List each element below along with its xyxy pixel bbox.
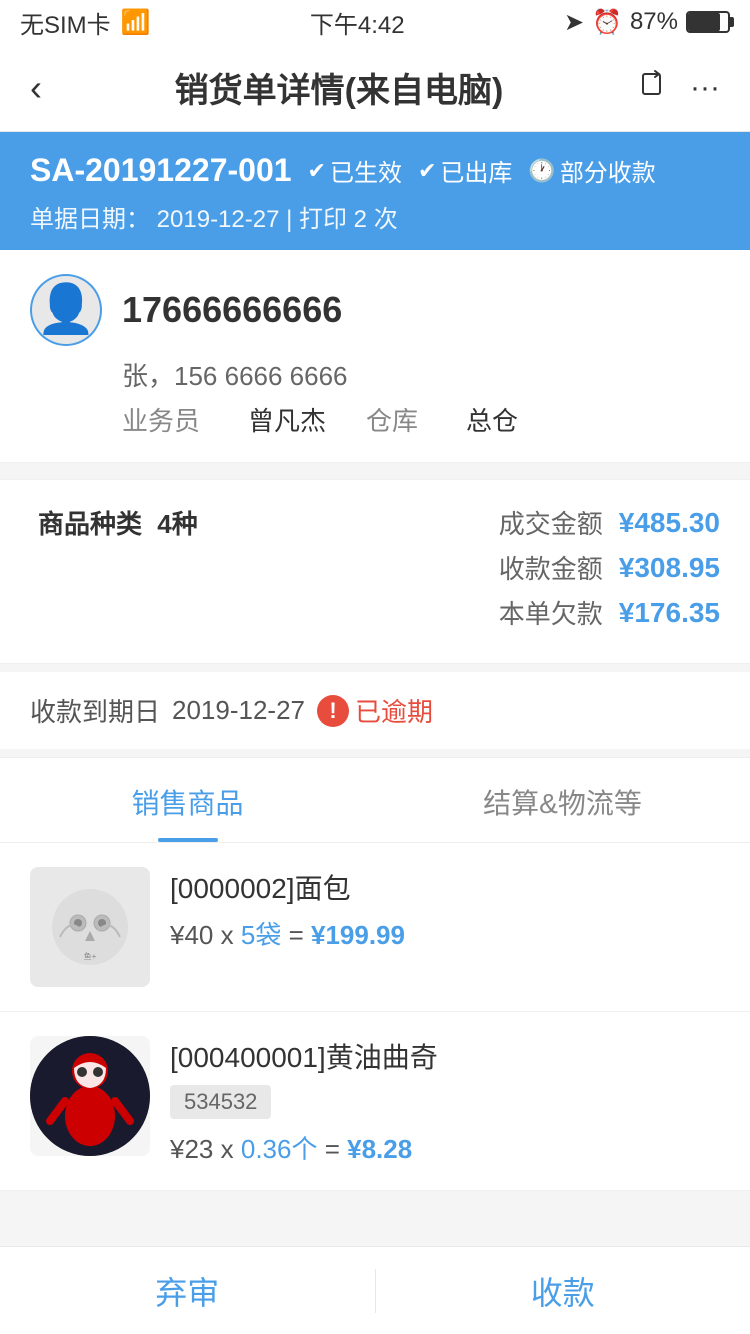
due-date-value: 2019-12-27: [172, 695, 305, 726]
clock-icon: 🕐: [528, 158, 555, 184]
product-image-2: [30, 1036, 150, 1156]
debt-label: 本单欠款: [499, 594, 603, 631]
order-id: SA-20191227-001: [30, 152, 292, 189]
product-qty-1: 5袋: [241, 920, 281, 950]
category-row: 商品种类 4种: [30, 504, 198, 541]
bottom-bar: 弃审 收款: [0, 1246, 750, 1334]
page-title: 销货单详情(来自电脑): [175, 63, 504, 112]
status-right: ➤ ⏰ 87%: [564, 8, 730, 37]
summary-right: 成交金额 ¥485.30 收款金额 ¥308.95 本单欠款 ¥176.35: [499, 504, 720, 639]
battery-text: 87%: [630, 8, 678, 36]
product-price-1: ¥40 x 5袋 = ¥199.99: [170, 915, 720, 952]
summary-section: 商品种类 4种 成交金额 ¥485.30 收款金额 ¥308.95 本单欠款 ¥…: [0, 479, 750, 664]
more-icon[interactable]: ···: [690, 71, 720, 105]
product-info-1: [0000002]面包 ¥40 x 5袋 = ¥199.99: [170, 867, 720, 952]
customer-row: 👤 17666666666: [30, 274, 720, 346]
deal-amount-value: ¥485.30: [619, 507, 720, 539]
list-item: [000400001]黄油曲奇 534532 ¥23 x 0.36个 = ¥8.…: [0, 1012, 750, 1191]
due-date-label: 收款到期日: [30, 692, 160, 729]
location-icon: ➤: [564, 8, 584, 37]
salesperson-value: 曾凡杰: [248, 401, 326, 438]
overdue-icon: !: [317, 695, 349, 727]
product-thumb-1: 鱼+: [30, 867, 150, 987]
salesperson-label: 业务员: [122, 401, 200, 438]
tab-sales-products[interactable]: 销售商品: [0, 758, 375, 842]
order-id-row: SA-20191227-001 ✔ 已生效 ✔ 已出库 🕐 部分收款: [30, 152, 720, 189]
signal-text: 无SIM卡: [20, 5, 111, 40]
status-left: 无SIM卡 📶: [20, 5, 151, 40]
tabs-row: 销售商品 结算&物流等: [0, 758, 750, 843]
customer-section: 👤 17666666666 张，156 6666 6666 业务员 曾凡杰 仓库…: [0, 250, 750, 463]
deal-amount-row: 成交金额 ¥485.30: [499, 504, 720, 541]
nav-bar: ‹ 销货单详情(来自电脑) ···: [0, 44, 750, 132]
received-value: ¥308.95: [619, 552, 720, 584]
product-total-2: ¥8.28: [347, 1134, 412, 1164]
order-banner: SA-20191227-001 ✔ 已生效 ✔ 已出库 🕐 部分收款 单据日期：…: [0, 132, 750, 250]
tab-sales-label: 销售商品: [131, 788, 243, 819]
wifi-icon: 📶: [121, 8, 151, 37]
back-button[interactable]: ‹: [30, 67, 42, 109]
product-total-1: ¥199.99: [311, 920, 405, 950]
summary-left: 商品种类 4种: [30, 504, 198, 547]
deal-amount-label: 成交金额: [499, 504, 603, 541]
customer-info-row: 业务员 曾凡杰 仓库 总仓: [122, 401, 720, 438]
battery-indicator: [686, 11, 730, 33]
avatar: 👤: [30, 274, 102, 346]
received-label: 收款金额: [499, 549, 603, 586]
product-info-2: [000400001]黄油曲奇 534532 ¥23 x 0.36个 = ¥8.…: [170, 1036, 720, 1166]
status-partial: 🕐 部分收款: [528, 153, 655, 188]
order-date-row: 单据日期： 2019-12-27 | 打印 2 次: [30, 199, 720, 234]
debt-amount-row: 本单欠款 ¥176.35: [499, 594, 720, 631]
category-count: 4种: [157, 509, 197, 539]
debt-value: ¥176.35: [619, 597, 720, 629]
confirm-button[interactable]: 收款: [376, 1244, 750, 1334]
check-icon-1: ✔: [308, 158, 326, 184]
alarm-icon: ⏰: [592, 8, 622, 37]
due-section: 收款到期日 2019-12-27 ! 已逾期: [0, 664, 750, 749]
category-label: 商品种类: [38, 509, 142, 539]
nav-actions: ···: [636, 69, 720, 107]
avatar-icon: 👤: [36, 286, 96, 334]
product-name-1: [0000002]面包: [170, 867, 720, 907]
overdue-text: 已逾期: [355, 692, 433, 729]
product-qty-2: 0.36个: [241, 1134, 318, 1164]
customer-name-text: 张，156 6666 6666: [122, 356, 720, 393]
status-shipped: ✔ 已出库: [418, 153, 512, 188]
time-display: 下午4:42: [310, 5, 405, 40]
product-unit-price-1: ¥40: [170, 920, 213, 950]
warehouse-value: 总仓: [466, 401, 518, 438]
cancel-button[interactable]: 弃审: [0, 1244, 375, 1334]
tab-settlement[interactable]: 结算&物流等: [375, 758, 750, 842]
warehouse-label: 仓库: [366, 401, 418, 438]
share-icon[interactable]: [636, 69, 666, 107]
list-item: 鱼+ [0000002]面包 ¥40 x 5袋 = ¥199.99: [0, 843, 750, 1012]
product-list: 鱼+ [0000002]面包 ¥40 x 5袋 = ¥199.99: [0, 843, 750, 1191]
product-unit-price-2: ¥23: [170, 1134, 213, 1164]
product-name-2: [000400001]黄油曲奇: [170, 1036, 720, 1076]
svg-text:鱼+: 鱼+: [84, 951, 97, 961]
status-effected: ✔ 已生效: [308, 153, 402, 188]
product-price-2: ¥23 x 0.36个 = ¥8.28: [170, 1129, 720, 1166]
tab-settlement-label: 结算&物流等: [483, 788, 642, 819]
product-thumb-2: [30, 1036, 150, 1156]
product-sku-2: 534532: [170, 1085, 271, 1119]
tabs-section: 销售商品 结算&物流等: [0, 757, 750, 1191]
status-bar: 无SIM卡 📶 下午4:42 ➤ ⏰ 87%: [0, 0, 750, 44]
overdue-badge: ! 已逾期: [317, 692, 433, 729]
check-icon-2: ✔: [418, 158, 436, 184]
customer-phone: 17666666666: [122, 289, 342, 331]
received-amount-row: 收款金额 ¥308.95: [499, 549, 720, 586]
